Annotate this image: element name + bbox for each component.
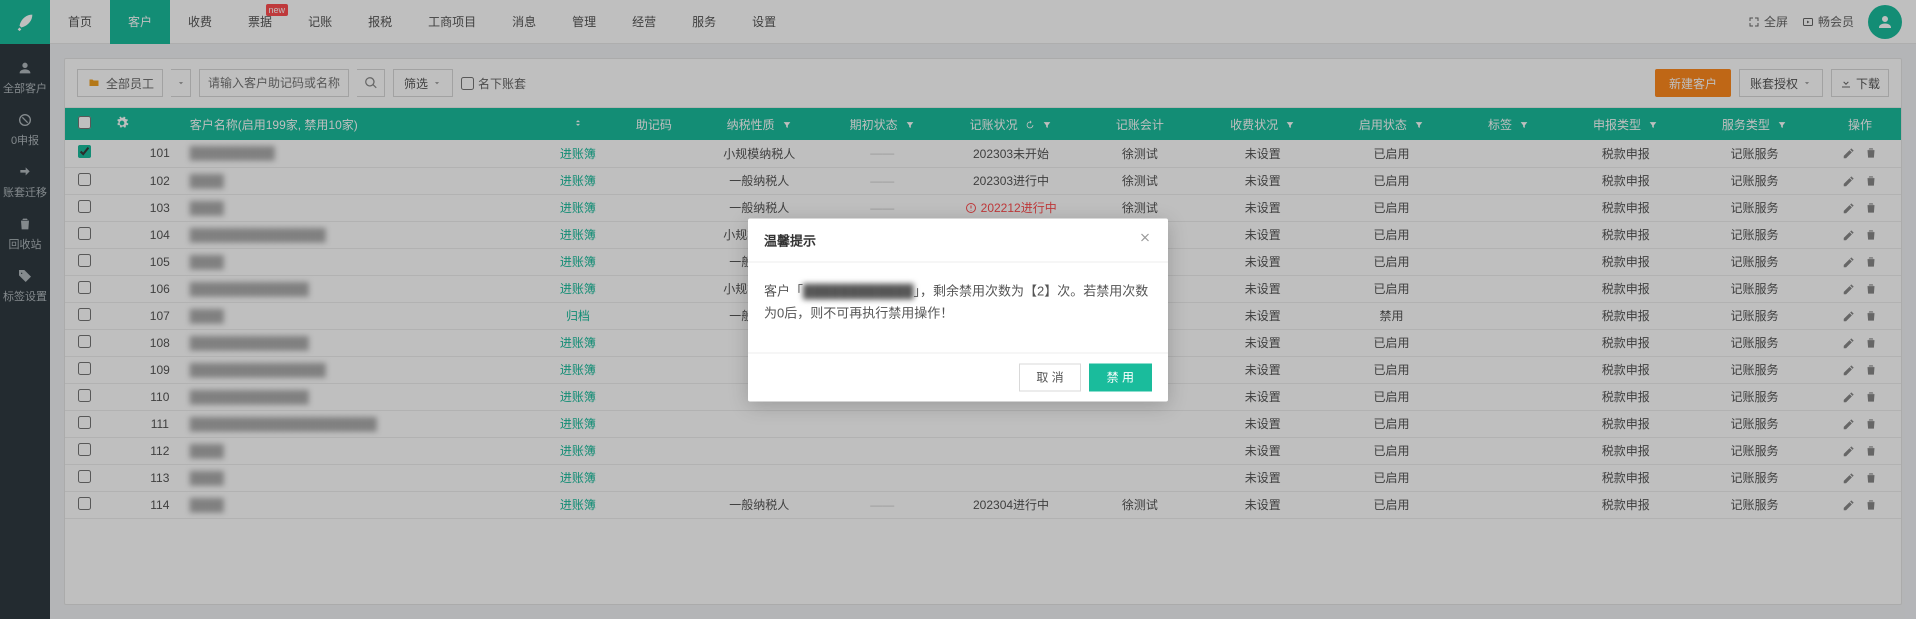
- close-icon: [1138, 230, 1152, 244]
- modal-header: 温馨提示: [748, 218, 1168, 262]
- modal-body: 客户「████████████」，剩余禁用次数为【2】次。若禁用次数为0后，则不…: [748, 262, 1168, 352]
- modal-customer-name: ████████████: [803, 280, 914, 302]
- modal-title: 温馨提示: [764, 230, 816, 249]
- modal-text: 客户「: [764, 283, 803, 298]
- modal-footer: 取 消 禁 用: [748, 352, 1168, 401]
- confirm-modal: 温馨提示 客户「████████████」，剩余禁用次数为【2】次。若禁用次数为…: [748, 218, 1168, 401]
- confirm-disable-button[interactable]: 禁 用: [1089, 363, 1152, 391]
- modal-close-button[interactable]: [1138, 230, 1152, 249]
- cancel-button[interactable]: 取 消: [1019, 363, 1080, 391]
